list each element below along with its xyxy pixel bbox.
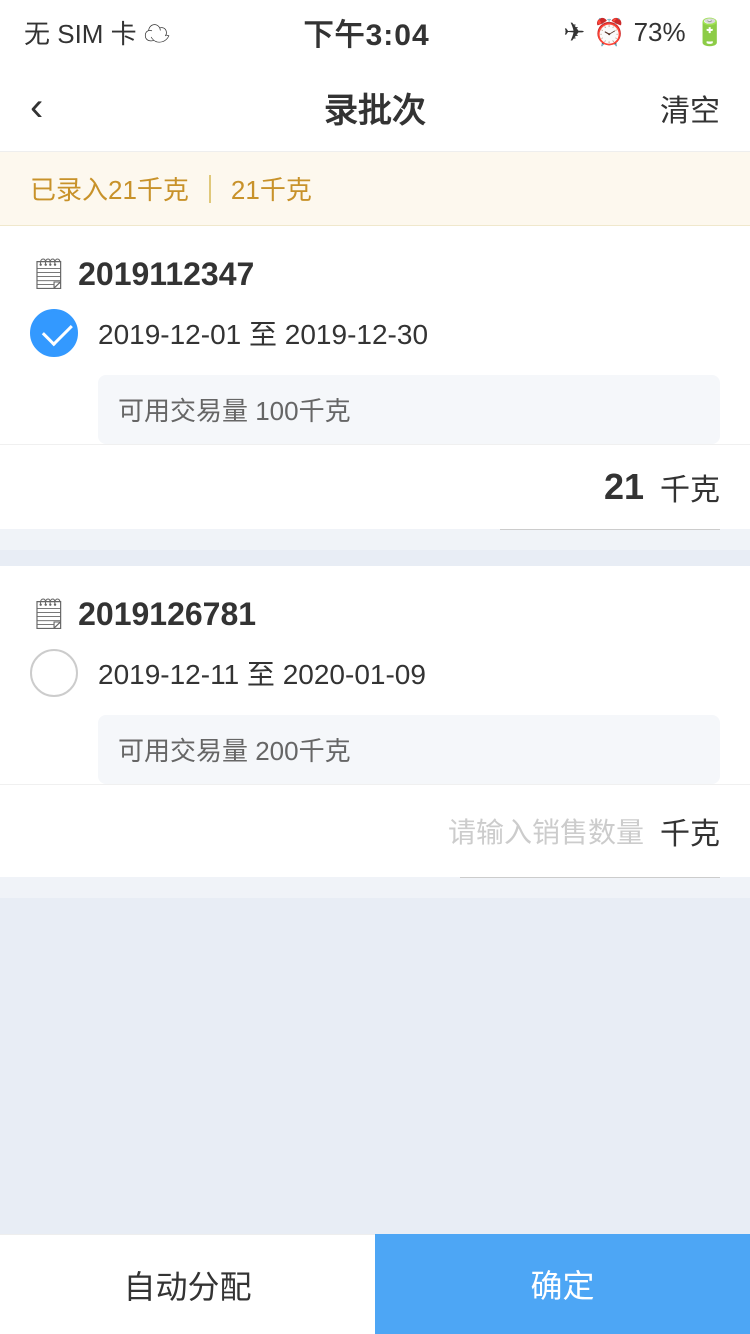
battery-icon: 🔋	[694, 17, 726, 48]
batch1-available: 可用交易量 100千克	[98, 375, 720, 444]
empty-area	[0, 898, 750, 1278]
batch1-row[interactable]: 2019-12-01 至 2019-12-30	[30, 309, 720, 357]
batch1-input-line	[500, 529, 720, 530]
batch2-card: 🗒 2019126781 2019-12-11 至 2020-01-09 可用交…	[0, 566, 750, 784]
summary-amount: 21千克	[231, 170, 312, 207]
status-time: 下午3:04	[304, 10, 430, 54]
battery-label: 73%	[634, 17, 686, 48]
status-right: ✈ ⏰ 73% 🔋	[563, 17, 726, 48]
batch2-date-range: 2019-12-11 至 2020-01-09	[98, 653, 426, 693]
batch1-date-range: 2019-12-01 至 2019-12-30	[98, 313, 428, 353]
batch2-row[interactable]: 2019-12-11 至 2020-01-09	[30, 649, 720, 697]
batch2-id: 2019126781	[78, 596, 256, 633]
batch1-qty-value: 21	[604, 466, 644, 508]
status-bar: 无 SIM 卡 ☁ 下午3:04 ✈ ⏰ 73% 🔋	[0, 0, 750, 64]
summary-label: 已录入21千克	[30, 170, 189, 207]
confirm-button[interactable]: 确定	[375, 1234, 750, 1334]
batch2-available: 可用交易量 200千克	[98, 715, 720, 784]
batch2-icon: 🗒	[30, 597, 68, 632]
alarm-icon: ⏰	[593, 17, 625, 48]
batch2-header: 🗒 2019126781	[30, 596, 720, 633]
auto-distribute-button[interactable]: 自动分配	[0, 1234, 375, 1334]
batch2-qty-placeholder: 请输入销售数量	[448, 811, 644, 851]
batch1-header: 🗒 2019112347	[30, 256, 720, 293]
batch1-radio[interactable]	[30, 309, 78, 357]
bottom-bar: 自动分配 确定	[0, 1234, 750, 1334]
batch2-qty-unit: 千克	[660, 809, 720, 853]
batch1-card: 🗒 2019112347 2019-12-01 至 2019-12-30 可用交…	[0, 226, 750, 444]
status-left: 无 SIM 卡 ☁	[24, 14, 170, 51]
location-icon: ✈	[563, 17, 585, 48]
summary-bar: 已录入21千克 21千克	[0, 152, 750, 226]
batch1-id: 2019112347	[78, 256, 254, 293]
nav-bar: ‹ 录批次 清空	[0, 64, 750, 152]
section-divider	[0, 550, 750, 566]
batch1-icon: 🗒	[30, 257, 68, 292]
clear-button[interactable]: 清空	[660, 86, 720, 130]
batch1-qty-unit: 千克	[660, 465, 720, 509]
batch2-qty-input-row[interactable]: 请输入销售数量 千克	[0, 784, 750, 877]
batch1-qty-row: 21 千克	[0, 444, 750, 529]
page-title: 录批次	[324, 83, 426, 132]
batch2-radio[interactable]	[30, 649, 78, 697]
no-sim-label: 无 SIM 卡 ☁	[24, 14, 170, 51]
summary-divider	[209, 175, 211, 203]
back-button[interactable]: ‹	[30, 85, 90, 130]
batch2-input-line	[460, 877, 720, 878]
